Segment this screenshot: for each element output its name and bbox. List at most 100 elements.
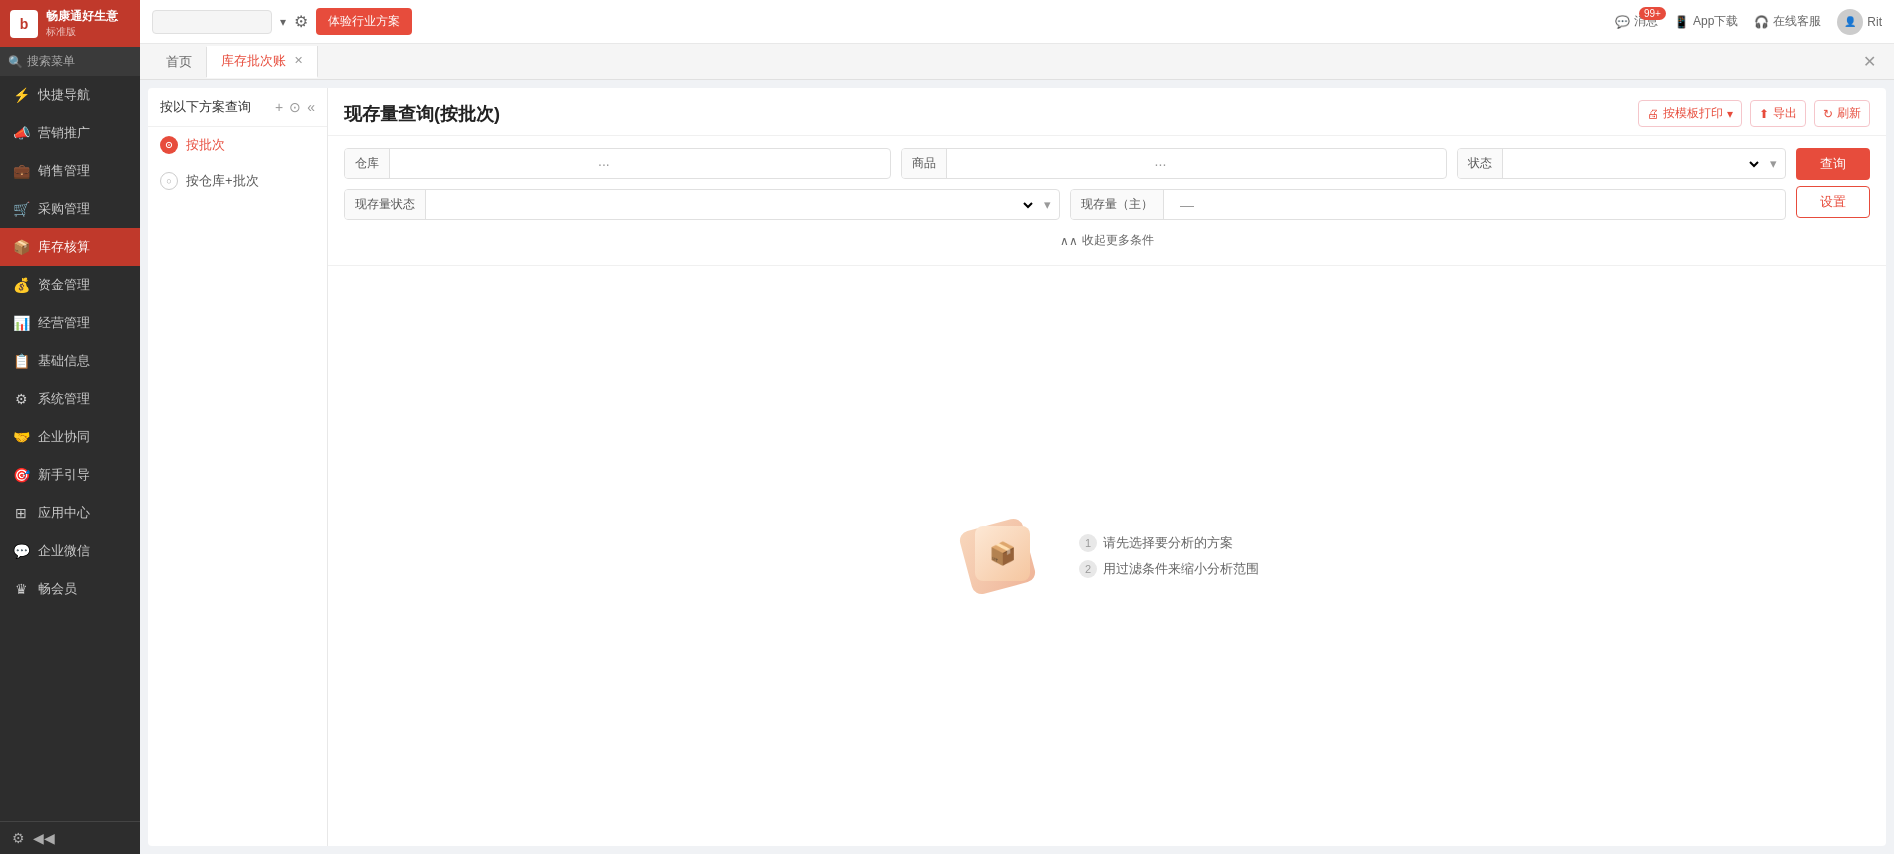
sidebar-item-label: 企业协同 xyxy=(38,428,90,446)
collapse-label: 收起更多条件 xyxy=(1082,232,1154,249)
refresh-icon: ↻ xyxy=(1823,107,1833,121)
tab-inventory-batch-label: 库存批次账 xyxy=(221,52,286,70)
collapse-panel-icon[interactable]: « xyxy=(307,99,315,115)
messages-action[interactable]: 💬 消息 99+ xyxy=(1615,13,1658,30)
topbar: ▾ ⚙ 体验行业方案 💬 消息 99+ 📱 App下载 🎧 在线客服 👤 Rit xyxy=(140,0,1894,44)
topbar-search-input[interactable] xyxy=(152,10,272,34)
step2-circle: 2 xyxy=(1079,560,1097,578)
search-label: 搜索菜单 xyxy=(27,53,75,70)
user-name: Rit xyxy=(1867,15,1882,29)
sidebar-item-operations[interactable]: 📊 经营管理 xyxy=(0,304,140,342)
app-download-label: App下载 xyxy=(1693,13,1738,30)
template-print-button[interactable]: 🖨 按模板打印 ▾ xyxy=(1638,100,1742,127)
sidebar-nav: ⚡ 快捷导航 📣 营销推广 💼 销售管理 🛒 采购管理 📦 库存核算 💰 资金管… xyxy=(0,76,140,821)
product-label: 商品 xyxy=(902,149,947,178)
sidebar-item-quick-nav[interactable]: ⚡ 快捷导航 xyxy=(0,76,140,114)
sidebar-item-label: 采购管理 xyxy=(38,200,90,218)
tab-home[interactable]: 首页 xyxy=(152,47,207,77)
collapse-bottom-icon[interactable]: ◀◀ xyxy=(33,830,55,846)
scheme-item-batch[interactable]: ⊙ 按批次 xyxy=(148,127,327,163)
left-panel: 按以下方案查询 + ⊙ « ⊙ 按批次 ○ 按仓库+批次 xyxy=(148,88,328,846)
sidebar-search[interactable]: 🔍 搜索菜单 xyxy=(0,47,140,76)
scheme-item-warehouse-batch[interactable]: ○ 按仓库+批次 xyxy=(148,163,327,199)
page-header: 现存量查询(按批次) 🖨 按模板打印 ▾ ⬆ 导出 ↻ 刷新 xyxy=(328,88,1886,136)
status-select[interactable] xyxy=(1503,150,1762,178)
product-input[interactable] xyxy=(947,151,1147,177)
sidebar-item-label: 畅会员 xyxy=(38,580,77,598)
user-profile[interactable]: 👤 Rit xyxy=(1837,9,1882,35)
export-icon: ⬆ xyxy=(1759,107,1769,121)
add-scheme-button[interactable]: + xyxy=(275,99,283,115)
sidebar-item-label: 经营管理 xyxy=(38,314,90,332)
warehouse-input[interactable] xyxy=(390,151,590,177)
sidebar-item-label: 基础信息 xyxy=(38,352,90,370)
sidebar-item-wechat[interactable]: 💬 企业微信 xyxy=(0,532,140,570)
inventory-status-dropdown-arrow: ▾ xyxy=(1036,191,1059,218)
step1-circle: 1 xyxy=(1079,534,1097,552)
app-logo: b xyxy=(10,10,38,38)
sidebar-item-apps[interactable]: ⊞ 应用中心 xyxy=(0,494,140,532)
collapse-more-conditions-button[interactable]: ∧∧ 收起更多条件 xyxy=(1060,228,1154,253)
status-filter: 状态 ▾ xyxy=(1457,148,1786,179)
tab-panel-close-icon[interactable]: ✕ xyxy=(1857,52,1882,71)
headset-icon: 🎧 xyxy=(1754,15,1769,29)
status-dropdown-arrow: ▾ xyxy=(1762,150,1785,177)
inventory-status-filter: 现存量状态 ▾ xyxy=(344,189,1060,220)
scheme-settings-icon[interactable]: ⊙ xyxy=(289,99,301,115)
apps-icon: ⊞ xyxy=(12,504,30,522)
empty-step1-label: 请先选择要分析的方案 xyxy=(1103,534,1233,552)
inventory-qty-filter: 现存量（主） — xyxy=(1070,189,1786,220)
sidebar-item-finance[interactable]: 💰 资金管理 xyxy=(0,266,140,304)
sidebar-item-basic-info[interactable]: 📋 基础信息 xyxy=(0,342,140,380)
user-avatar: 👤 xyxy=(1837,9,1863,35)
app-name: 畅康通好生意 xyxy=(46,8,118,25)
sidebar-item-collaboration[interactable]: 🤝 企业协同 xyxy=(0,418,140,456)
scheme-inactive-icon: ○ xyxy=(160,172,178,190)
sidebar-item-membership[interactable]: ♛ 畅会员 xyxy=(0,570,140,608)
product-filter: 商品 ··· xyxy=(901,148,1448,179)
warehouse-dots-icon[interactable]: ··· xyxy=(590,150,618,178)
wechat-icon: 💬 xyxy=(12,542,30,560)
query-button[interactable]: 查询 xyxy=(1796,148,1870,180)
empty-step2-label: 用过滤条件来缩小分析范围 xyxy=(1103,560,1259,578)
left-panel-header: 按以下方案查询 + ⊙ « xyxy=(148,88,327,127)
topbar-settings-icon[interactable]: ⚙ xyxy=(294,12,308,31)
inventory-status-select[interactable] xyxy=(426,191,1036,219)
scheme-active-icon: ⊙ xyxy=(160,136,178,154)
sidebar-item-label: 销售管理 xyxy=(38,162,90,180)
sidebar-item-marketing[interactable]: 📣 营销推广 xyxy=(0,114,140,152)
sidebar-item-label: 营销推广 xyxy=(38,124,90,142)
app-download-action[interactable]: 📱 App下载 xyxy=(1674,13,1738,30)
online-service-label: 在线客服 xyxy=(1773,13,1821,30)
sidebar-item-label: 系统管理 xyxy=(38,390,90,408)
sidebar-item-sales[interactable]: 💼 销售管理 xyxy=(0,152,140,190)
empty-box-front: 📦 xyxy=(975,526,1030,581)
purchase-icon: 🛒 xyxy=(12,200,30,218)
settings-bottom-icon[interactable]: ⚙ xyxy=(12,830,25,846)
topbar-dropdown-button[interactable]: ▾ xyxy=(280,15,286,29)
sidebar-item-system[interactable]: ⚙ 系统管理 xyxy=(0,380,140,418)
print-dropdown-arrow[interactable]: ▾ xyxy=(1727,107,1733,121)
qty-dash: — xyxy=(1164,191,1210,219)
status-label: 状态 xyxy=(1458,149,1503,178)
quick-nav-icon: ⚡ xyxy=(12,86,30,104)
settings-button[interactable]: 设置 xyxy=(1796,186,1870,218)
refresh-button[interactable]: ↻ 刷新 xyxy=(1814,100,1870,127)
experience-button[interactable]: 体验行业方案 xyxy=(316,8,412,35)
online-service-action[interactable]: 🎧 在线客服 xyxy=(1754,13,1821,30)
sidebar-item-label: 快捷导航 xyxy=(38,86,90,104)
sidebar-item-guide[interactable]: 🎯 新手引导 xyxy=(0,456,140,494)
sidebar-item-inventory[interactable]: 📦 库存核算 xyxy=(0,228,140,266)
left-panel-title: 按以下方案查询 xyxy=(160,98,251,116)
tab-inventory-batch[interactable]: 库存批次账 ✕ xyxy=(207,46,318,78)
tab-close-icon[interactable]: ✕ xyxy=(294,54,303,67)
page-title: 现存量查询(按批次) xyxy=(344,102,500,126)
messages-badge: 99+ xyxy=(1639,7,1666,20)
sidebar-item-purchase[interactable]: 🛒 采购管理 xyxy=(0,190,140,228)
export-button[interactable]: ⬆ 导出 xyxy=(1750,100,1806,127)
empty-step2: 2 用过滤条件来缩小分析范围 xyxy=(1079,560,1259,578)
sidebar-item-label: 新手引导 xyxy=(38,466,90,484)
product-dots-icon[interactable]: ··· xyxy=(1147,150,1175,178)
inventory-qty-label: 现存量（主） xyxy=(1071,190,1164,219)
print-icon: 🖨 xyxy=(1647,107,1659,121)
